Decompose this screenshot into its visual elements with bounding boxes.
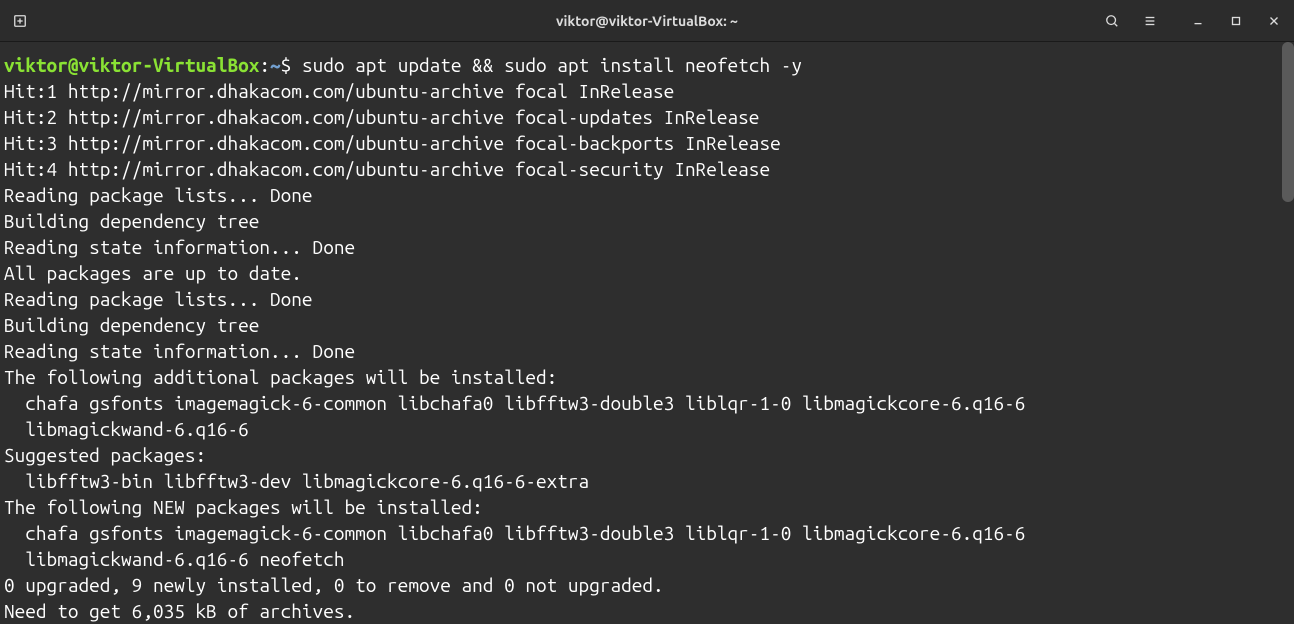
menu-icon[interactable] [1142, 13, 1158, 29]
output-line: Reading state information... Done [4, 340, 355, 362]
output-line: The following NEW packages will be insta… [4, 496, 483, 518]
output-line: libfftw3-bin libfftw3-dev libmagickcore-… [4, 470, 589, 492]
window-titlebar: viktor@viktor-VirtualBox: ~ [0, 0, 1294, 42]
prompt-path: ~ [270, 54, 281, 76]
output-line: Reading package lists... Done [4, 184, 313, 206]
output-line: libmagickwand-6.q16-6 [4, 418, 249, 440]
prompt-user-host: viktor@viktor-VirtualBox [4, 54, 259, 76]
output-line: 0 upgraded, 9 newly installed, 0 to remo… [4, 574, 664, 596]
search-icon[interactable] [1104, 13, 1120, 29]
prompt-colon: : [259, 54, 270, 76]
output-line: Hit:3 http://mirror.dhakacom.com/ubuntu-… [4, 132, 781, 154]
output-line: libmagickwand-6.q16-6 neofetch [4, 548, 344, 570]
command-text: sudo apt update && sudo apt install neof… [302, 54, 802, 76]
new-tab-icon[interactable] [12, 13, 28, 29]
output-line: Hit:2 http://mirror.dhakacom.com/ubuntu-… [4, 106, 759, 128]
output-line: chafa gsfonts imagemagick-6-common libch… [4, 522, 1025, 544]
output-line: Hit:1 http://mirror.dhakacom.com/ubuntu-… [4, 80, 674, 102]
window-title: viktor@viktor-VirtualBox: ~ [556, 13, 738, 29]
output-line: All packages are up to date. [4, 262, 302, 284]
output-line: The following additional packages will b… [4, 366, 557, 388]
output-line: Reading state information... Done [4, 236, 355, 258]
output-line: Building dependency tree [4, 210, 259, 232]
minimize-icon[interactable] [1190, 13, 1206, 29]
scrollbar-thumb[interactable] [1282, 42, 1294, 202]
output-line: Suggested packages: [4, 444, 206, 466]
output-line: Need to get 6,035 kB of archives. [4, 600, 355, 622]
close-icon[interactable] [1266, 13, 1282, 29]
output-line: Hit:4 http://mirror.dhakacom.com/ubuntu-… [4, 158, 770, 180]
prompt-symbol: $ [281, 54, 302, 76]
output-line: Reading package lists... Done [4, 288, 313, 310]
maximize-icon[interactable] [1228, 13, 1244, 29]
terminal-output-area[interactable]: viktor@viktor-VirtualBox:~$ sudo apt upd… [0, 42, 1294, 624]
output-line: chafa gsfonts imagemagick-6-common libch… [4, 392, 1025, 414]
output-line: Building dependency tree [4, 314, 259, 336]
